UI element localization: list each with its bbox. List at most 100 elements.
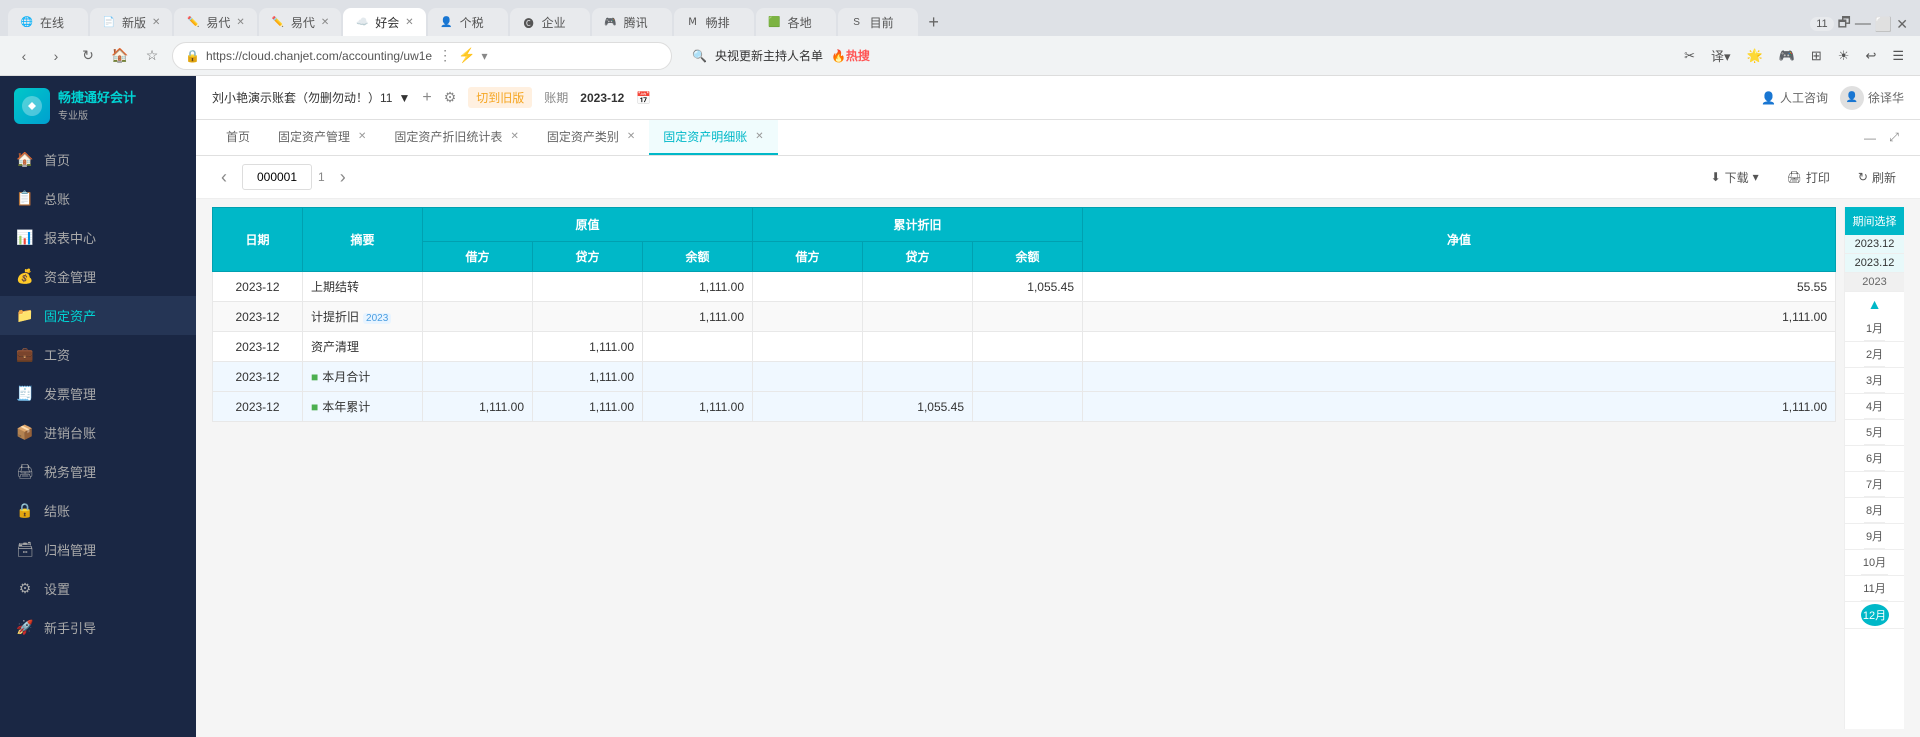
period-month-8月[interactable]: 8月 [1864,498,1885,523]
sidebar-item-fixed[interactable]: 📁 固定资产 [0,296,196,335]
tab-maximize-icon[interactable]: ⤢ [1884,128,1904,148]
tab-favicon-t8: 🎮 [604,15,618,29]
add-account-button[interactable]: + [422,89,431,107]
sidebar-item-salary[interactable]: 💼 工资 [0,335,196,374]
browser-tab-t9[interactable]: Ⅿ 畅排 [674,8,754,36]
restore-icon[interactable]: 🗗 [1838,12,1851,36]
sidebar-item-funds[interactable]: 💰 资金管理 [0,257,196,296]
browser-tab-t3[interactable]: ✏️ 易代 ✕ [174,8,256,36]
tab-close-t2[interactable]: ✕ [152,17,160,28]
tab-minimize-icon[interactable]: — [1860,128,1880,148]
sidebar-item-settings[interactable]: ⚙ 设置 [0,569,196,608]
asset-code-input[interactable] [242,164,312,190]
user-button[interactable]: 👤 徐译华 [1840,86,1904,110]
menu-tool[interactable]: ☰ [1888,46,1908,66]
browser-tab-t5[interactable]: ☁️ 好会 ✕ [343,8,425,36]
game-tool[interactable]: 🎮 [1775,46,1799,66]
period-month-9月[interactable]: 9月 [1864,524,1885,549]
period-month-11月[interactable]: 11月 [1861,576,1887,601]
lightning-icon[interactable]: ⚡ [458,47,475,64]
scissors-tool[interactable]: ✂ [1680,46,1699,66]
sidebar-item-closing[interactable]: 🔒 结账 [0,491,196,530]
home-button[interactable]: 🏠 [108,44,132,68]
page-tab-fixed-category[interactable]: 固定资产类别 ✕ [533,120,649,155]
page-tab-fixed-mgmt[interactable]: 固定资产管理 ✕ [264,120,380,155]
sidebar-item-archive[interactable]: 🗃 归档管理 [0,530,196,569]
print-button[interactable]: 🖨 打印 [1779,165,1838,190]
back-button[interactable]: ‹ [12,44,36,68]
page-tab-close-fixed-category[interactable]: ✕ [627,131,635,142]
period-scroll-up[interactable]: ▲ [1845,292,1904,316]
tab-favicon-t6: 👤 [440,15,454,29]
tab-close-t4[interactable]: ✕ [321,17,329,28]
period-month-2月[interactable]: 2月 [1864,342,1885,367]
sidebar-item-ledger[interactable]: 📋 总账 [0,179,196,218]
sidebar-item-tax[interactable]: 🖨 税务管理 [0,452,196,491]
bookmark-button[interactable]: ☆ [140,44,164,68]
undo-tool[interactable]: ↩ [1861,46,1880,66]
period-month-10月[interactable]: 10月 [1861,550,1888,575]
grid-tool[interactable]: ⊞ [1807,46,1826,66]
site-info-icon[interactable]: ⋮ [438,47,452,64]
browser-tab-t11[interactable]: S 目前 [838,8,918,36]
browser-tab-t7[interactable]: 🅒 企业 [510,8,590,36]
browser-tab-t6[interactable]: 👤 个税 [428,8,508,36]
hot-search-label[interactable]: 🔥热搜 [831,47,870,64]
pagination: ‹ 1 › [212,164,355,190]
download-dropdown[interactable]: ▾ [1753,170,1759,184]
switch-version-btn[interactable]: 切到旧版 [468,87,532,108]
sidebar-item-reports[interactable]: 📊 报表中心 [0,218,196,257]
download-button[interactable]: ⬇ 下载 ▾ [1703,165,1767,190]
next-page-button[interactable]: › [331,165,355,189]
toolbar-right: ⬇ 下载 ▾ 🖨 打印 ↻ 刷新 [1703,165,1904,190]
url-bar[interactable]: 🔒 https://cloud.chanjet.com/accounting/u… [172,42,672,70]
period-label: 账期 [544,89,568,106]
browser-tab-t2[interactable]: 📄 新版 ✕ [90,8,172,36]
period-month-4月[interactable]: 4月 [1864,394,1885,419]
service-button[interactable]: 👤 人工咨询 [1761,89,1828,106]
browser-tab-t1[interactable]: 🌐 在线 [8,8,88,36]
page-tab-home[interactable]: 首页 [212,120,264,155]
page-tab-fixed-detail[interactable]: 固定资产明细账 ✕ [649,120,777,155]
new-tab-button[interactable]: + [920,8,948,36]
period-month-7月[interactable]: 7月 [1864,472,1885,497]
period-month-12月[interactable]: 12月 [1861,604,1889,626]
translate-tool[interactable]: 译▾ [1707,44,1735,67]
refresh-button[interactable]: ↻ [76,44,100,68]
settings-icon[interactable]: ⚙ [444,89,457,106]
sidebar-item-invoice[interactable]: 🧾 发票管理 [0,374,196,413]
sidebar-item-guide[interactable]: 🚀 新手引导 [0,608,196,647]
sidebar-item-inventory[interactable]: 📦 进销台账 [0,413,196,452]
logo-icon [14,88,50,124]
browser-tab-t10[interactable]: 🟩 各地 [756,8,836,36]
prev-page-button[interactable]: ‹ [212,165,236,189]
period-month-3月[interactable]: 3月 [1864,368,1885,393]
col-netval: 净值 [1083,208,1836,272]
browser-tab-t8[interactable]: 🎮 腾讯 [592,8,672,36]
forward-button[interactable]: › [44,44,68,68]
period-month-1月[interactable]: 1月 [1864,316,1885,341]
tab-close-t3[interactable]: ✕ [236,17,244,28]
cell-summary: ■本月合计 [303,362,423,392]
sidebar-item-home[interactable]: 🏠 首页 [0,140,196,179]
period-month-6月[interactable]: 6月 [1864,446,1885,471]
url-dropdown-icon[interactable]: ▾ [482,49,488,63]
period-month-5月[interactable]: 5月 [1864,420,1885,445]
browser-tab-t4[interactable]: ✏️ 易代 ✕ [259,8,341,36]
calendar-icon[interactable]: 📅 [636,91,651,105]
close-btn[interactable]: ✕ [1896,16,1908,33]
wallet-tool[interactable]: 🌟 [1743,46,1767,66]
page-tab-close-fixed-mgmt[interactable]: ✕ [358,131,366,142]
page-tab-close-fixed-depr-stat[interactable]: ✕ [510,131,518,142]
page-tab-close-fixed-detail[interactable]: ✕ [755,131,763,142]
cell-accum-credit [863,332,973,362]
maximize-btn[interactable]: ⬜ [1875,16,1892,33]
brightness-tool[interactable]: ☀ [1834,46,1854,66]
minimize-btn[interactable]: — [1855,15,1871,33]
tab-close-t5[interactable]: ✕ [405,17,413,28]
page-tab-fixed-depr-stat[interactable]: 固定资产折旧统计表 ✕ [380,120,532,155]
sidebar-icon-closing: 🔒 [16,502,34,520]
col-original: 原值 [423,208,753,242]
refresh-button[interactable]: ↻ 刷新 [1850,165,1904,190]
company-selector[interactable]: 刘小艳演示账套（勿删勿动！）11 ▼ [212,89,410,106]
